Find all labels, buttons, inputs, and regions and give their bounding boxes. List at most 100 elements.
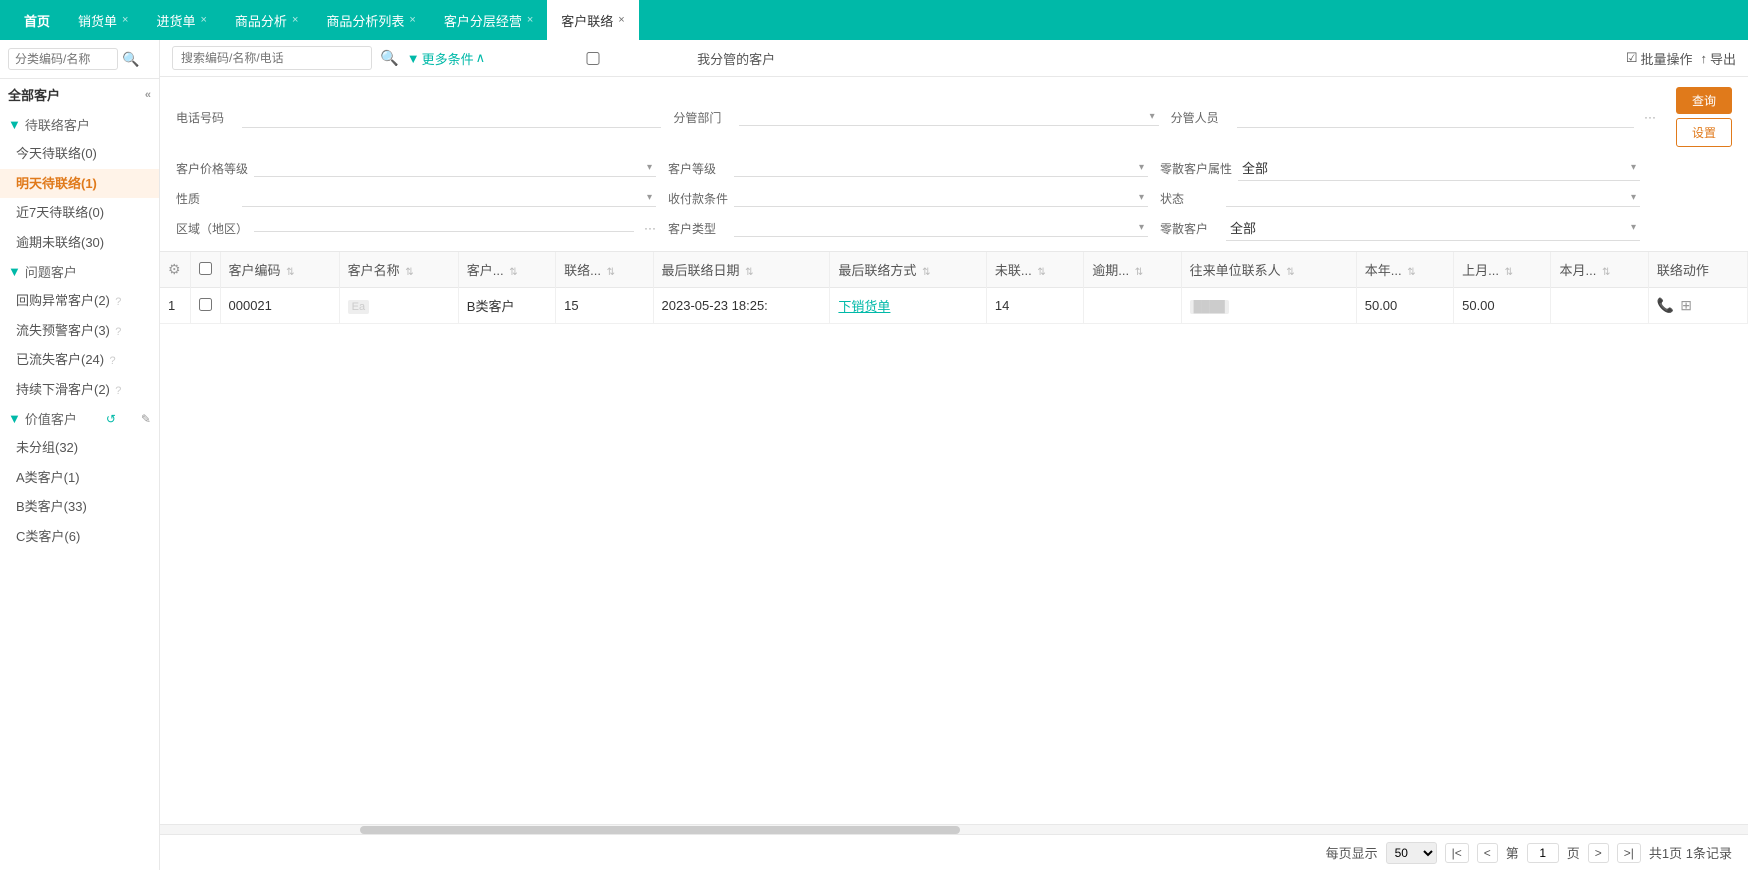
payment-select[interactable]: ▾ — [734, 189, 1148, 207]
nav-item-4[interactable]: 客户分层经营 × — [430, 0, 547, 40]
my-customers-label[interactable]: 我分管的客户 — [493, 49, 775, 68]
group-label-1: 问题客户 — [25, 262, 77, 281]
row-checkbox — [190, 288, 220, 324]
nav-item-2[interactable]: 商品分析 × — [221, 0, 312, 40]
search-icon[interactable]: 🔍 — [380, 49, 399, 67]
last-page-btn[interactable]: >| — [1617, 843, 1641, 863]
sidebar-search-input[interactable] — [8, 48, 118, 70]
nature-label: 性质 — [176, 190, 236, 207]
person-ellipsis[interactable]: ··· — [1644, 110, 1656, 124]
first-page-btn[interactable]: |< — [1445, 843, 1469, 863]
nav-home[interactable]: 首页 — [10, 0, 64, 40]
next-page-btn[interactable]: > — [1588, 843, 1609, 863]
batch-op-icon: ☑ — [1626, 50, 1638, 66]
status-select[interactable]: ▾ — [1226, 189, 1640, 207]
col-last-month-label: 上月... — [1462, 263, 1499, 278]
sort-icon-last-method: ⇅ — [922, 267, 930, 278]
col-uncontact: 未联... ⇅ — [986, 252, 1083, 288]
export-button[interactable]: ↑ 导出 — [1700, 49, 1736, 68]
menu-action-icon[interactable]: ⊞ — [1680, 297, 1692, 314]
more-conditions-btn[interactable]: ▼ 更多条件 ∧ — [407, 49, 485, 68]
group-pending-contact[interactable]: ▼ 待联络客户 — [0, 110, 159, 139]
sparse-label: 零散客户 — [1160, 220, 1220, 237]
sidebar-item-loss-warning[interactable]: 流失预警客户(3) ? — [0, 316, 159, 346]
phone-action-icon[interactable]: 📞 — [1657, 297, 1674, 314]
price-level-select[interactable]: ▾ — [254, 159, 656, 177]
col-name: 客户名称 ⇅ — [339, 252, 458, 288]
sidebar-item-class-b[interactable]: B类客户(33) — [0, 492, 159, 522]
sidebar-item-declining[interactable]: 持续下滑客户(2) ? — [0, 375, 159, 405]
filter-icon: ▼ — [407, 51, 420, 66]
phone-input[interactable] — [242, 107, 661, 128]
nav-item-3[interactable]: 商品分析列表 × — [312, 0, 429, 40]
query-button[interactable]: 查询 — [1676, 87, 1732, 114]
sidebar-item-overdue[interactable]: 逾期未联络(30) — [0, 228, 159, 258]
table-settings-icon[interactable]: ⚙ — [168, 261, 181, 277]
search-input[interactable] — [172, 46, 372, 70]
nav-item-0[interactable]: 销货单 × — [64, 0, 142, 40]
sidebar-item-tomorrow[interactable]: 明天待联络(1) — [0, 169, 159, 199]
sidebar-item-7days[interactable]: 近7天待联络(0) — [0, 198, 159, 228]
region-select[interactable] — [254, 225, 634, 232]
nav-close-4[interactable]: × — [527, 14, 533, 26]
region-ellipsis[interactable]: ··· — [644, 221, 656, 235]
nav-close-1[interactable]: × — [200, 14, 206, 26]
my-customers-checkbox[interactable] — [493, 52, 693, 65]
customer-type-select[interactable]: ▾ — [734, 219, 1148, 237]
sidebar-item-repurchase-abnormal[interactable]: 回购异常客户(2) ? — [0, 286, 159, 316]
main-layout: 🔍 全部客户 « ▼ 待联络客户 今天待联络(0) 明天待联络(1) 近7天待联… — [0, 40, 1748, 870]
nav-close-2[interactable]: × — [292, 14, 298, 26]
row-last-method-link[interactable]: 下销货单 — [838, 299, 890, 314]
horizontal-scrollbar[interactable] — [160, 824, 1748, 834]
nav-close-3[interactable]: × — [409, 14, 415, 26]
page-num-input[interactable] — [1527, 843, 1559, 863]
sparse-attr-select[interactable]: 全部 ▾ — [1238, 155, 1640, 181]
edit-icon[interactable]: ✎ — [141, 412, 151, 426]
select-all-checkbox[interactable] — [199, 262, 212, 275]
export-icon: ↑ — [1700, 51, 1707, 66]
nature-select[interactable]: ▾ — [242, 189, 656, 207]
sidebar-item-lost[interactable]: 已流失客户(24) ? — [0, 345, 159, 375]
nav-item-1[interactable]: 进货单 × — [142, 0, 220, 40]
nav-close-0[interactable]: × — [122, 14, 128, 26]
sparse-value: 全部 — [1230, 218, 1256, 237]
col-contact-person: 往来单位联系人 ⇅ — [1181, 252, 1356, 288]
row-select-checkbox[interactable] — [199, 298, 212, 311]
sidebar-item-class-c[interactable]: C类客户(6) — [0, 522, 159, 552]
sidebar-item-ungrouped[interactable]: 未分组(32) — [0, 433, 159, 463]
nav-close-5[interactable]: × — [618, 14, 624, 26]
person-input[interactable] — [1237, 107, 1634, 128]
prev-page-btn[interactable]: < — [1477, 843, 1498, 863]
refresh-icon[interactable]: ↺ — [106, 412, 116, 426]
dept-select[interactable]: ▾ — [739, 108, 1158, 126]
sort-icon-name: ⇅ — [405, 267, 413, 278]
filter-actions: 查询 设置 — [1676, 87, 1732, 147]
row-last-month: 50.00 — [1454, 288, 1551, 324]
page-size-select[interactable]: 50 10 20 100 — [1386, 842, 1437, 864]
sparse-select[interactable]: 全部 ▾ — [1226, 215, 1640, 241]
group-value-customers[interactable]: ▼ 价值客户 ↺ ✎ — [0, 404, 159, 433]
settings-button[interactable]: 设置 — [1676, 118, 1732, 147]
sparse-attr-down-icon: ▾ — [1631, 162, 1636, 173]
batch-op-button[interactable]: ☑ 批量操作 — [1626, 49, 1693, 68]
customer-level-select[interactable]: ▾ — [734, 159, 1148, 177]
sidebar-search-icon[interactable]: 🔍 — [122, 51, 139, 68]
sidebar-item-class-a[interactable]: A类客户(1) — [0, 463, 159, 493]
row-action: 📞 ⊞ — [1648, 288, 1747, 324]
group-problem-customers[interactable]: ▼ 问题客户 — [0, 257, 159, 286]
filter-row-3: 性质 ▾ 收付款条件 ▾ 状态 — [176, 189, 1732, 207]
filter-field-customer-type: 客户类型 ▾ — [668, 219, 1148, 237]
sort-icon-contact-count: ⇅ — [607, 267, 615, 278]
filter-field-payment: 收付款条件 ▾ — [668, 189, 1148, 207]
col-contact-person-label: 往来单位联系人 — [1190, 263, 1281, 278]
sidebar-item-today[interactable]: 今天待联络(0) — [0, 139, 159, 169]
person-label: 分管人员 — [1171, 109, 1231, 126]
table-area: ⚙ 客户编码 ⇅ 客户名称 ⇅ — [160, 252, 1748, 824]
all-customers-header[interactable]: 全部客户 « — [0, 79, 159, 110]
nav-item-5[interactable]: 客户联络 × — [547, 0, 638, 40]
dept-down-icon: ▾ — [1150, 111, 1155, 122]
scrollbar-thumb[interactable] — [360, 826, 960, 834]
page-unit: 页 — [1567, 843, 1580, 862]
col-last-month: 上月... ⇅ — [1454, 252, 1551, 288]
customer-level-down-icon: ▾ — [1139, 162, 1144, 173]
